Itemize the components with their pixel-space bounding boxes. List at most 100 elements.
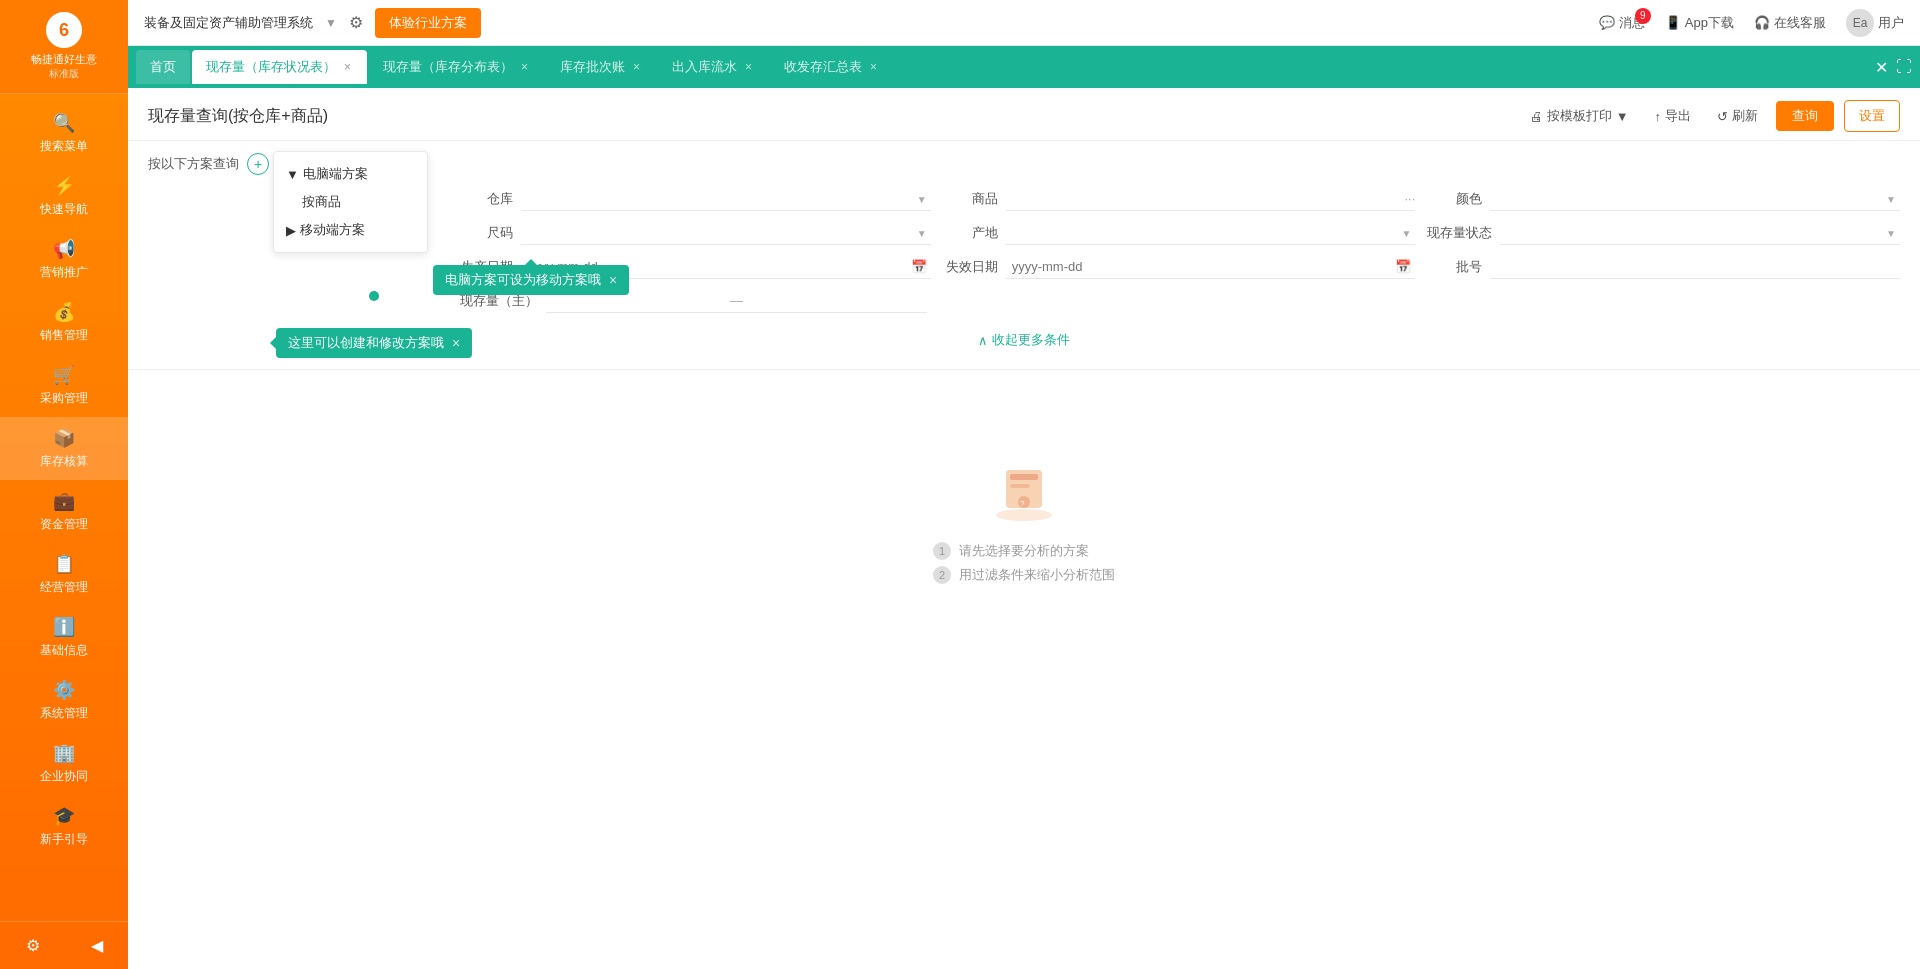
batch-input[interactable]: [1490, 255, 1900, 279]
product-input[interactable]: [1006, 187, 1405, 210]
tooltip2-close-btn[interactable]: ×: [452, 335, 460, 351]
tab-batch-ledger[interactable]: 库存批次账 ×: [546, 50, 656, 84]
sidebar-item-sales[interactable]: 💰 销售管理: [0, 291, 128, 354]
search-btn[interactable]: 查询: [1776, 101, 1834, 131]
filter-row-3: 生产日期 📅 失效日期 📅 批号: [458, 255, 1900, 279]
filter-field-inventory-status: 现存量状态 ▼: [1427, 221, 1900, 245]
sidebar-item-label: 系统管理: [40, 705, 88, 722]
filter-field-warehouse: 仓库 ▼: [458, 187, 931, 211]
tab-close-sendreceive-summary[interactable]: ×: [868, 59, 879, 75]
finance-icon: 💼: [53, 490, 75, 512]
product-dots-btn[interactable]: ···: [1404, 191, 1415, 206]
sidebar-item-purchase[interactable]: 🛒 采购管理: [0, 354, 128, 417]
sales-icon: 💰: [53, 301, 75, 323]
sidebar-item-guide[interactable]: 🎓 新手引导: [0, 795, 128, 858]
sidebar-item-inventory[interactable]: 📦 库存核算: [0, 417, 128, 480]
scheme-tree-item-mobile[interactable]: ▶ 移动端方案: [274, 216, 427, 244]
warehouse-select[interactable]: [521, 187, 931, 211]
expand-tabs-btn[interactable]: ⛶: [1896, 58, 1912, 76]
export-btn[interactable]: ↑ 导出: [1647, 103, 1700, 129]
tab-sendreceive-summary[interactable]: 收发存汇总表 ×: [770, 50, 893, 84]
tab-home[interactable]: 首页: [136, 50, 190, 84]
close-all-tabs-btn[interactable]: ✕: [1875, 58, 1888, 77]
sidebar-nav: 🔍 搜索菜单 ⚡ 快速导航 📢 营销推广 💰 销售管理 🛒 采购管理 📦 库存核…: [0, 94, 128, 921]
expiry-date-input[interactable]: [1006, 255, 1392, 278]
empty-state: ? 1 请先选择要分析的方案 2 用过滤条件来缩小分析范围: [128, 370, 1920, 670]
tab-close-batch-ledger[interactable]: ×: [631, 59, 642, 75]
collapse-up-icon: ∧: [978, 333, 988, 348]
sidebar-item-label: 营销推广: [40, 264, 88, 281]
export-icon: ↑: [1655, 109, 1662, 124]
sidebar-logo: 6 畅捷通好生意 标准版: [0, 0, 128, 94]
filter-section: 按以下方案查询 + ✎ « ▼ 电脑端方案 按商品 ▶ 移动端方案: [128, 141, 1920, 370]
topbar-settings-icon[interactable]: ⚙: [349, 13, 363, 32]
sidebar-item-enterprise[interactable]: 🏢 企业协同: [0, 732, 128, 795]
tab-close-inventory-status[interactable]: ×: [342, 59, 353, 75]
app-download-item[interactable]: 📱 App下载: [1665, 14, 1734, 32]
tree-expand-icon: ▼: [286, 167, 299, 182]
tooltip1-close-btn[interactable]: ×: [609, 272, 617, 288]
filter-title-label: 按以下方案查询: [148, 155, 239, 173]
tab-close-inventory-dist[interactable]: ×: [519, 59, 530, 75]
sidebar-bottom: ⚙ ◀: [0, 921, 128, 969]
sidebar-item-finance[interactable]: 💼 资金管理: [0, 480, 128, 543]
filter-field-size: 尺码 ▼: [458, 221, 931, 245]
app-icon: 📱: [1665, 15, 1681, 30]
size-select[interactable]: [521, 221, 931, 245]
production-date-calendar-icon[interactable]: 📅: [907, 259, 931, 274]
inventory-status-select[interactable]: [1500, 221, 1900, 245]
sidebar: 6 畅捷通好生意 标准版 🔍 搜索菜单 ⚡ 快速导航 📢 营销推广 💰 销售管理…: [0, 0, 128, 969]
settings-action-btn[interactable]: 设置: [1844, 100, 1900, 132]
filter-add-btn[interactable]: +: [247, 153, 269, 175]
collapse-filter-btn[interactable]: ∧ 收起更多条件: [978, 331, 1070, 349]
search-icon: 🔍: [53, 112, 75, 134]
tab-inventory-dist[interactable]: 现存量（库存分布表） ×: [369, 50, 544, 84]
support-item[interactable]: 🎧 在线客服: [1754, 14, 1826, 32]
message-badge: 9: [1635, 8, 1651, 24]
origin-select-wrapper: ▼: [1006, 221, 1416, 245]
message-icon: 💬: [1599, 15, 1615, 30]
sidebar-item-basicinfo[interactable]: ℹ️ 基础信息: [0, 606, 128, 669]
color-select[interactable]: [1490, 187, 1900, 211]
scheme-tree-item-desktop-sub[interactable]: 按商品: [274, 188, 427, 216]
sidebar-item-quicknav[interactable]: ⚡ 快速导航: [0, 165, 128, 228]
user-item[interactable]: Ea 用户: [1846, 9, 1904, 37]
sidebar-settings-btn[interactable]: ⚙: [22, 932, 44, 959]
message-item[interactable]: 💬 消息 9: [1599, 14, 1645, 32]
scheme-tree-item-desktop[interactable]: ▼ 电脑端方案: [274, 160, 427, 188]
topbar-right: 💬 消息 9 📱 App下载 🎧 在线客服 Ea 用户: [1599, 9, 1904, 37]
main-content: 装备及固定资产辅助管理系统 ▼ ⚙ 体验行业方案 💬 消息 9 📱 App下载 …: [128, 0, 1920, 969]
marketing-icon: 📢: [53, 238, 75, 260]
size-select-wrapper: ▼: [521, 221, 931, 245]
expiry-date-calendar-icon[interactable]: 📅: [1391, 259, 1415, 274]
origin-select[interactable]: [1006, 221, 1416, 245]
operations-icon: 📋: [53, 553, 75, 575]
filter-field-origin: 产地 ▼: [943, 221, 1416, 245]
refresh-btn[interactable]: ↺ 刷新: [1709, 103, 1766, 129]
tab-close-inout-flow[interactable]: ×: [743, 59, 754, 75]
trial-button[interactable]: 体验行业方案: [375, 8, 481, 38]
tooltip-create-scheme: 这里可以创建和修改方案哦 ×: [276, 328, 472, 358]
basicinfo-icon: ℹ️: [53, 616, 75, 638]
enterprise-icon: 🏢: [53, 742, 75, 764]
warehouse-select-wrapper: ▼: [521, 187, 931, 211]
sidebar-item-label: 新手引导: [40, 831, 88, 848]
filter-row-1: 仓库 ▼ 商品 ··· 颜色: [458, 187, 1900, 211]
tabbar: 首页 现存量（库存状况表） × 现存量（库存分布表） × 库存批次账 × 出入库…: [128, 46, 1920, 88]
tab-inventory-status[interactable]: 现存量（库存状况表） ×: [192, 50, 367, 84]
system-dropdown-icon[interactable]: ▼: [325, 16, 337, 30]
page-title: 现存量查询(按仓库+商品): [148, 106, 328, 127]
tab-inout-flow[interactable]: 出入库流水 ×: [658, 50, 768, 84]
sidebar-item-label: 企业协同: [40, 768, 88, 785]
sidebar-item-search[interactable]: 🔍 搜索菜单: [0, 102, 128, 165]
sidebar-item-operations[interactable]: 📋 经营管理: [0, 543, 128, 606]
user-avatar: Ea: [1846, 9, 1874, 37]
sidebar-collapse-btn[interactable]: ◀: [87, 932, 107, 959]
print-template-btn[interactable]: 🖨 按模板打印 ▼: [1522, 103, 1637, 129]
scheme-tree: ▼ 电脑端方案 按商品 ▶ 移动端方案: [273, 151, 428, 253]
sidebar-item-system[interactable]: ⚙️ 系统管理: [0, 669, 128, 732]
inventory-qty-to-input[interactable]: [747, 289, 927, 312]
expiry-date-wrapper: 📅: [1006, 255, 1416, 279]
print-dropdown-icon: ▼: [1616, 109, 1629, 124]
sidebar-item-marketing[interactable]: 📢 营销推广: [0, 228, 128, 291]
